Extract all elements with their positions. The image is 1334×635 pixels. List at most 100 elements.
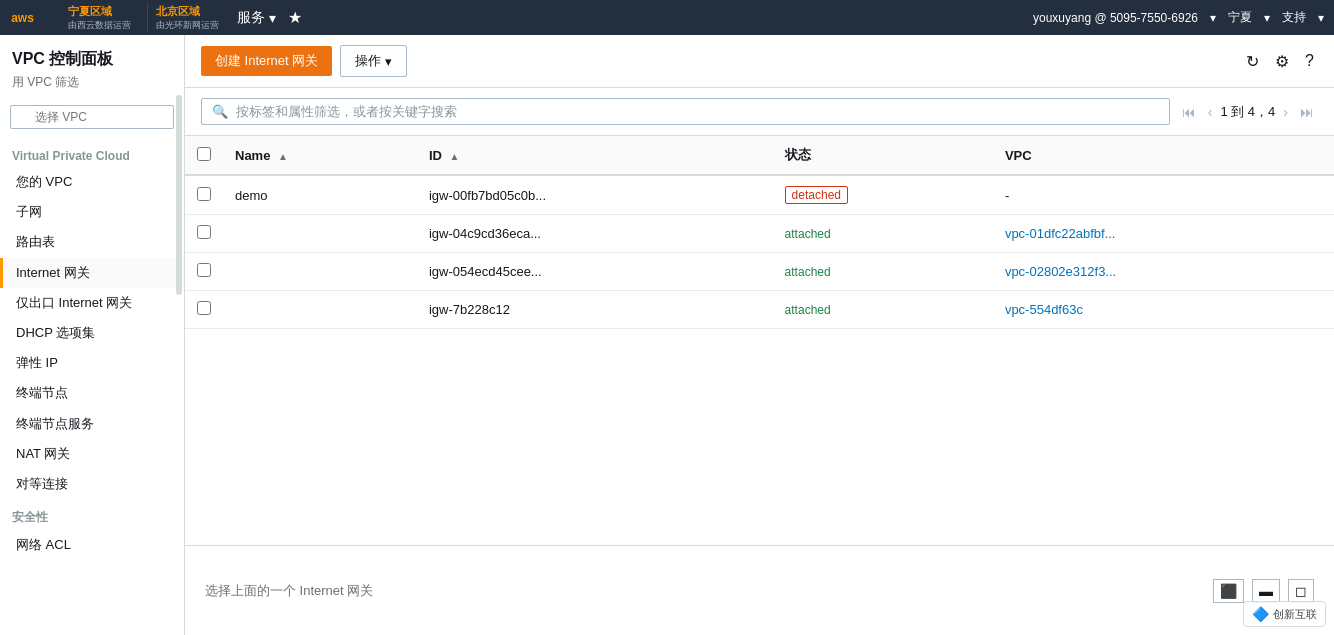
search-bar: 🔍 ⏮ ‹ 1 到 4，4 › ⏭ (185, 88, 1334, 136)
watermark-logo: 🔷 (1252, 606, 1269, 622)
sidebar-item-peering[interactable]: 对等连接 (0, 469, 184, 499)
sidebar-item-elastic-ip[interactable]: 弹性 IP (0, 348, 184, 378)
support-label[interactable]: 支持 (1282, 9, 1306, 26)
settings-button[interactable]: ⚙ (1271, 48, 1293, 75)
row-status: detached (773, 175, 993, 215)
table-header-row: Name ▲ ID ▲ 状态 VPC (185, 136, 1334, 175)
sidebar-item-egress-gateway[interactable]: 仅出口 Internet 网关 (0, 288, 184, 318)
sidebar-item-endpoints[interactable]: 终端节点 (0, 378, 184, 408)
services-menu[interactable]: 服务 ▾ (237, 9, 276, 27)
row-name (223, 215, 417, 253)
region1-sub: 由西云数据运营 (68, 19, 131, 32)
favorites-star-icon[interactable]: ★ (288, 8, 302, 27)
row-vpc[interactable]: vpc-554df63c (993, 291, 1334, 329)
sidebar-section-vpc: Virtual Private Cloud (0, 139, 184, 167)
row-status: attached (773, 253, 993, 291)
status-attached-label: attached (785, 265, 831, 279)
pagination-last-button[interactable]: ⏭ (1296, 102, 1318, 122)
region2-sub: 由光环新网运营 (156, 19, 219, 32)
sidebar-item-dhcp[interactable]: DHCP 选项集 (0, 318, 184, 348)
sidebar-item-acl[interactable]: 网络 ACL (0, 530, 184, 560)
region2-block: 北京区域 由光环新网运营 (156, 4, 219, 32)
row-id: igw-00fb7bd05c0b... (417, 175, 773, 215)
user-label[interactable]: youxuyang @ 5095-7550-6926 (1033, 11, 1198, 25)
internet-gateway-table: Name ▲ ID ▲ 状态 VPC (185, 136, 1334, 329)
name-sort-icon: ▲ (278, 151, 288, 162)
row-name: demo (223, 175, 417, 215)
refresh-button[interactable]: ↻ (1242, 48, 1263, 75)
vpc-filter-input[interactable] (10, 105, 174, 129)
row-checkbox-cell (185, 175, 223, 215)
sidebar-item-nat-gateway[interactable]: NAT 网关 (0, 439, 184, 469)
create-internet-gateway-button[interactable]: 创建 Internet 网关 (201, 46, 332, 76)
row-checkbox[interactable] (197, 187, 211, 201)
vpc-link[interactable]: vpc-554df63c (1005, 302, 1083, 317)
services-label: 服务 (237, 9, 265, 27)
select-all-checkbox[interactable] (197, 147, 211, 161)
region-selector[interactable]: 宁夏 (1228, 9, 1252, 26)
sidebar-item-internet-gateway[interactable]: Internet 网关 (0, 258, 184, 288)
region-separator (147, 4, 148, 32)
sidebar-item-route-table[interactable]: 路由表 (0, 227, 184, 257)
column-id[interactable]: ID ▲ (417, 136, 773, 175)
status-attached-label: attached (785, 227, 831, 241)
row-vpc[interactable]: vpc-02802e312f3... (993, 253, 1334, 291)
pagination-first-button[interactable]: ⏮ (1178, 102, 1200, 122)
help-button[interactable]: ? (1301, 48, 1318, 74)
panel-split-horizontal-button[interactable]: ⬛ (1213, 579, 1244, 603)
watermark-text: 创新互联 (1273, 607, 1317, 622)
row-checkbox[interactable] (197, 225, 211, 239)
column-name[interactable]: Name ▲ (223, 136, 417, 175)
status-attached-label: attached (785, 303, 831, 317)
support-dropdown-icon: ▾ (1318, 11, 1324, 25)
status-detached-badge: detached (785, 186, 848, 204)
table-row[interactable]: igw-054ecd45cee...attachedvpc-02802e312f… (185, 253, 1334, 291)
row-vpc[interactable]: vpc-01dfc22abfbf... (993, 215, 1334, 253)
actions-chevron-icon: ▾ (385, 54, 392, 69)
sidebar-scrollbar[interactable] (176, 95, 182, 295)
row-vpc: - (993, 175, 1334, 215)
table-row[interactable]: demoigw-00fb7bd05c0b... detached - (185, 175, 1334, 215)
aws-logo[interactable]: aws (10, 7, 58, 29)
sidebar-section-security: 安全性 (0, 499, 184, 530)
pagination-prev-button[interactable]: ‹ (1204, 102, 1217, 122)
row-checkbox[interactable] (197, 263, 211, 277)
sidebar-item-subnet[interactable]: 子网 (0, 197, 184, 227)
services-chevron-icon: ▾ (269, 10, 276, 26)
row-id: igw-7b228c12 (417, 291, 773, 329)
column-vpc[interactable]: VPC (993, 136, 1334, 175)
panel-maximize-button[interactable]: ◻ (1288, 579, 1314, 603)
row-checkbox-cell (185, 215, 223, 253)
sidebar-title: VPC 控制面板 (0, 35, 184, 74)
row-checkbox[interactable] (197, 301, 211, 315)
table-row[interactable]: igw-04c9cd36eca... attached vpc-01dfc22abf… (185, 215, 1334, 253)
sidebar-item-your-vpc[interactable]: 您的 VPC (0, 167, 184, 197)
row-id: igw-04c9cd36eca... (417, 215, 773, 253)
row-name (223, 253, 417, 291)
row-checkbox-cell (185, 291, 223, 329)
panel-split-vertical-button[interactable]: ▬ (1252, 579, 1280, 603)
row-status: attached (773, 215, 993, 253)
search-input-wrapper: 🔍 (201, 98, 1170, 125)
pagination-text: 1 到 4，4 (1220, 103, 1275, 121)
region-dropdown-icon: ▾ (1264, 11, 1270, 25)
pagination-next-button[interactable]: › (1279, 102, 1292, 122)
row-name (223, 291, 417, 329)
column-status[interactable]: 状态 (773, 136, 993, 175)
select-all-header[interactable] (185, 136, 223, 175)
region2-name: 北京区域 (156, 4, 219, 19)
sidebar-subtitle: 用 VPC 筛选 (0, 74, 184, 99)
vpc-link[interactable]: vpc-02802e312f3... (1005, 264, 1116, 279)
sidebar-item-endpoint-services[interactable]: 终端节点服务 (0, 409, 184, 439)
bottom-panel-text: 选择上面的一个 Internet 网关 (205, 582, 373, 600)
search-input[interactable] (236, 104, 1159, 119)
vpc-link[interactable]: vpc-01dfc22abfbf... (1005, 226, 1116, 241)
sidebar-filter (0, 99, 184, 139)
row-checkbox-cell (185, 253, 223, 291)
watermark: 🔷 创新互联 (1243, 601, 1326, 627)
search-icon: 🔍 (212, 104, 228, 119)
row-status: attached (773, 291, 993, 329)
actions-button[interactable]: 操作 ▾ (340, 45, 407, 77)
bottom-panel-icons: ⬛ ▬ ◻ (1213, 579, 1314, 603)
table-row[interactable]: igw-7b228c12 attached vpc-554df63c (185, 291, 1334, 329)
